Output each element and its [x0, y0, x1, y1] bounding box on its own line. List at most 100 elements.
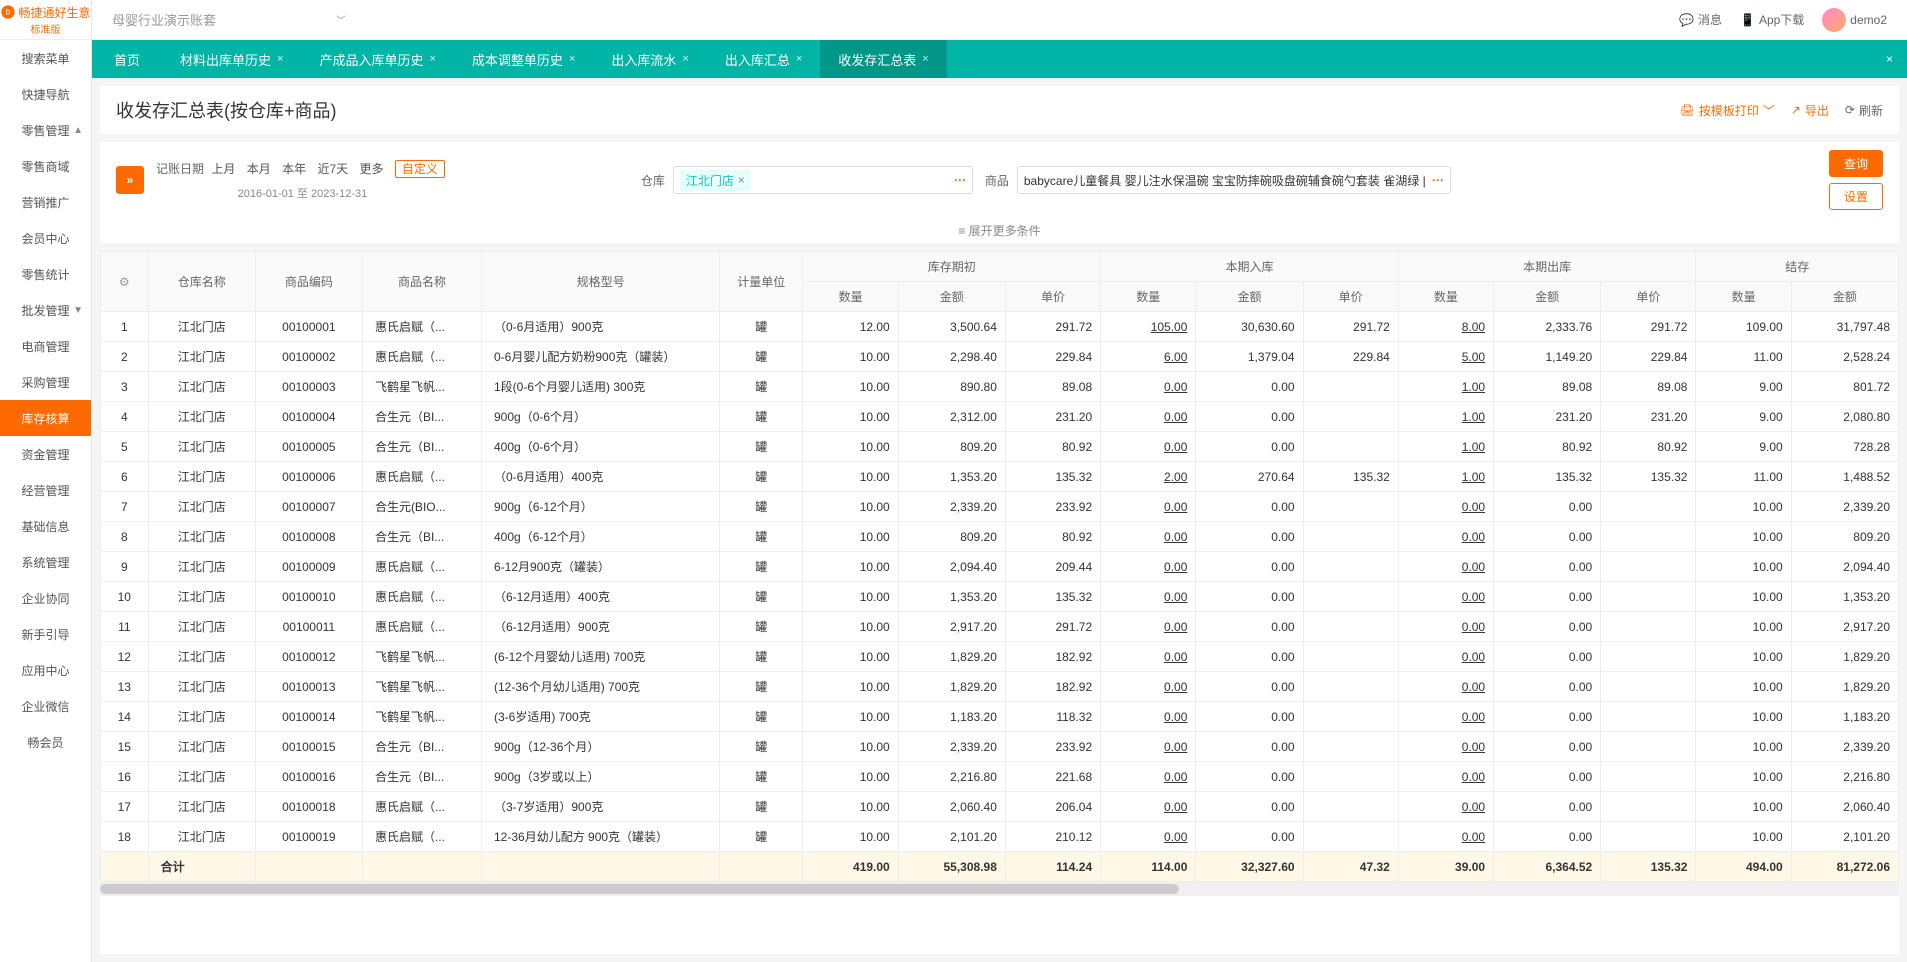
tab-3[interactable]: 成本调整单历史×	[454, 40, 593, 78]
out-qty-link[interactable]: 0.00	[1462, 770, 1485, 784]
sidebar-item-3[interactable]: 零售商域	[0, 148, 91, 184]
out-qty-link[interactable]: 1.00	[1462, 470, 1485, 484]
in-qty-link[interactable]: 0.00	[1164, 560, 1187, 574]
sidebar-item-14[interactable]: 系统管理	[0, 544, 91, 580]
query-button[interactable]: 查询	[1829, 150, 1883, 177]
close-icon[interactable]: ×	[796, 53, 802, 65]
out-qty-link[interactable]: 0.00	[1462, 710, 1485, 724]
sidebar-item-0[interactable]: 搜索菜单	[0, 40, 91, 76]
col-warehouse[interactable]: 仓库名称	[148, 252, 255, 312]
gear-icon[interactable]: ⚙	[119, 275, 130, 289]
in-qty-link[interactable]: 0.00	[1164, 530, 1187, 544]
in-qty-link[interactable]: 0.00	[1164, 650, 1187, 664]
out-qty-link[interactable]: 8.00	[1462, 320, 1485, 334]
warehouse-input[interactable]: 江北门店× ⋯	[673, 166, 973, 194]
tab-4[interactable]: 出入库流水×	[593, 40, 706, 78]
tab-1[interactable]: 材料出库单历史×	[162, 40, 301, 78]
in-qty-link[interactable]: 0.00	[1164, 620, 1187, 634]
tab-0[interactable]: 首页	[92, 40, 162, 78]
out-qty-link[interactable]: 0.00	[1462, 680, 1485, 694]
sidebar-item-15[interactable]: 企业协同	[0, 580, 91, 616]
close-icon[interactable]: ×	[682, 53, 688, 65]
close-icon[interactable]: ×	[277, 53, 283, 65]
in-qty-link[interactable]: 105.00	[1151, 320, 1188, 334]
out-qty-link[interactable]: 0.00	[1462, 500, 1485, 514]
collapse-toggle[interactable]: »	[116, 166, 144, 194]
tab-2[interactable]: 产成品入库单历史×	[301, 40, 453, 78]
sidebar-item-12[interactable]: 经营管理	[0, 472, 91, 508]
out-qty-link[interactable]: 1.00	[1462, 440, 1485, 454]
settings-button[interactable]: 设置	[1829, 183, 1883, 210]
sidebar-item-8[interactable]: 电商管理	[0, 328, 91, 364]
in-qty-link[interactable]: 0.00	[1164, 410, 1187, 424]
refresh-button[interactable]: ⟳ 刷新	[1845, 102, 1883, 119]
sidebar-item-13[interactable]: 基础信息	[0, 508, 91, 544]
out-qty-link[interactable]: 0.00	[1462, 830, 1485, 844]
col-name[interactable]: 商品名称	[362, 252, 481, 312]
sidebar-item-2[interactable]: 零售管理▲	[0, 112, 91, 148]
in-qty-link[interactable]: 0.00	[1164, 740, 1187, 754]
export-button[interactable]: ↗ 导出	[1791, 102, 1829, 119]
sidebar-item-6[interactable]: 零售统计	[0, 256, 91, 292]
out-qty-link[interactable]: 0.00	[1462, 650, 1485, 664]
in-qty-link[interactable]: 0.00	[1164, 590, 1187, 604]
account-selector[interactable]: 母婴行业演示账套 ﹀	[112, 10, 346, 29]
close-all-tabs[interactable]: ×	[1872, 40, 1907, 78]
out-qty-link[interactable]: 0.00	[1462, 560, 1485, 574]
sidebar-item-1[interactable]: 快捷导航	[0, 76, 91, 112]
sidebar-item-16[interactable]: 新手引导	[0, 616, 91, 652]
in-qty-link[interactable]: 2.00	[1164, 470, 1187, 484]
in-qty-link[interactable]: 0.00	[1164, 770, 1187, 784]
more-icon[interactable]: ⋯	[954, 173, 966, 187]
tab-6[interactable]: 收发存汇总表×	[820, 40, 946, 78]
date-custom[interactable]: 自定义	[395, 160, 445, 178]
date-last7[interactable]: 近7天	[317, 162, 348, 176]
in-qty-link[interactable]: 0.00	[1164, 680, 1187, 694]
tab-5[interactable]: 出入库汇总×	[707, 40, 820, 78]
in-qty-link[interactable]: 0.00	[1164, 500, 1187, 514]
col-spec[interactable]: 规格型号	[482, 252, 720, 312]
out-qty-link[interactable]: 0.00	[1462, 530, 1485, 544]
close-icon[interactable]: ×	[569, 53, 575, 65]
app-download-link[interactable]: 📱App下载	[1740, 11, 1804, 28]
out-qty-link[interactable]: 5.00	[1462, 350, 1485, 364]
close-icon[interactable]: ×	[922, 53, 928, 65]
out-qty-link[interactable]: 0.00	[1462, 740, 1485, 754]
user-menu[interactable]: demo2	[1822, 8, 1887, 32]
sidebar-item-19[interactable]: 畅会员	[0, 724, 91, 760]
col-unit[interactable]: 计量单位	[720, 252, 803, 312]
in-qty-link[interactable]: 0.00	[1164, 710, 1187, 724]
close-icon[interactable]: ×	[429, 53, 435, 65]
out-qty-link[interactable]: 1.00	[1462, 380, 1485, 394]
sidebar-item-9[interactable]: 采购管理	[0, 364, 91, 400]
product-input[interactable]: babycare儿童餐具 婴儿注水保温碗 宝宝防摔碗吸盘碗辅食碗勺套装 雀湖绿 …	[1017, 166, 1451, 194]
out-qty-link[interactable]: 1.00	[1462, 410, 1485, 424]
messages-link[interactable]: 💬消息	[1679, 11, 1722, 28]
horizontal-scrollbar[interactable]	[100, 882, 1899, 896]
sidebar-item-4[interactable]: 营销推广	[0, 184, 91, 220]
expand-filters[interactable]: ≡ 展开更多条件	[100, 217, 1899, 243]
date-this-month[interactable]: 本月	[247, 162, 271, 176]
date-last-month[interactable]: 上月	[211, 162, 235, 176]
col-code[interactable]: 商品编码	[255, 252, 362, 312]
close-icon[interactable]: ×	[738, 173, 745, 187]
more-icon[interactable]: ⋯	[1432, 173, 1444, 187]
out-qty-link[interactable]: 0.00	[1462, 590, 1485, 604]
in-qty-link[interactable]: 6.00	[1164, 350, 1187, 364]
sidebar-item-17[interactable]: 应用中心	[0, 652, 91, 688]
date-this-year[interactable]: 本年	[282, 162, 306, 176]
sidebar-item-11[interactable]: 资金管理	[0, 436, 91, 472]
out-qty-link[interactable]: 0.00	[1462, 800, 1485, 814]
out-qty-link[interactable]: 0.00	[1462, 620, 1485, 634]
date-more[interactable]: 更多	[359, 162, 383, 176]
sidebar-item-18[interactable]: 企业微信	[0, 688, 91, 724]
in-qty-link[interactable]: 0.00	[1164, 440, 1187, 454]
in-qty-link[interactable]: 0.00	[1164, 830, 1187, 844]
in-qty-link[interactable]: 0.00	[1164, 800, 1187, 814]
sidebar-item-5[interactable]: 会员中心	[0, 220, 91, 256]
sidebar-item-7[interactable]: 批发管理▼	[0, 292, 91, 328]
sidebar-item-10[interactable]: 库存核算	[0, 400, 91, 436]
print-button[interactable]: 🖨 按模板打印 ﹀	[1680, 102, 1775, 119]
in-qty-link[interactable]: 0.00	[1164, 380, 1187, 394]
warehouse-tag[interactable]: 江北门店×	[680, 170, 751, 191]
